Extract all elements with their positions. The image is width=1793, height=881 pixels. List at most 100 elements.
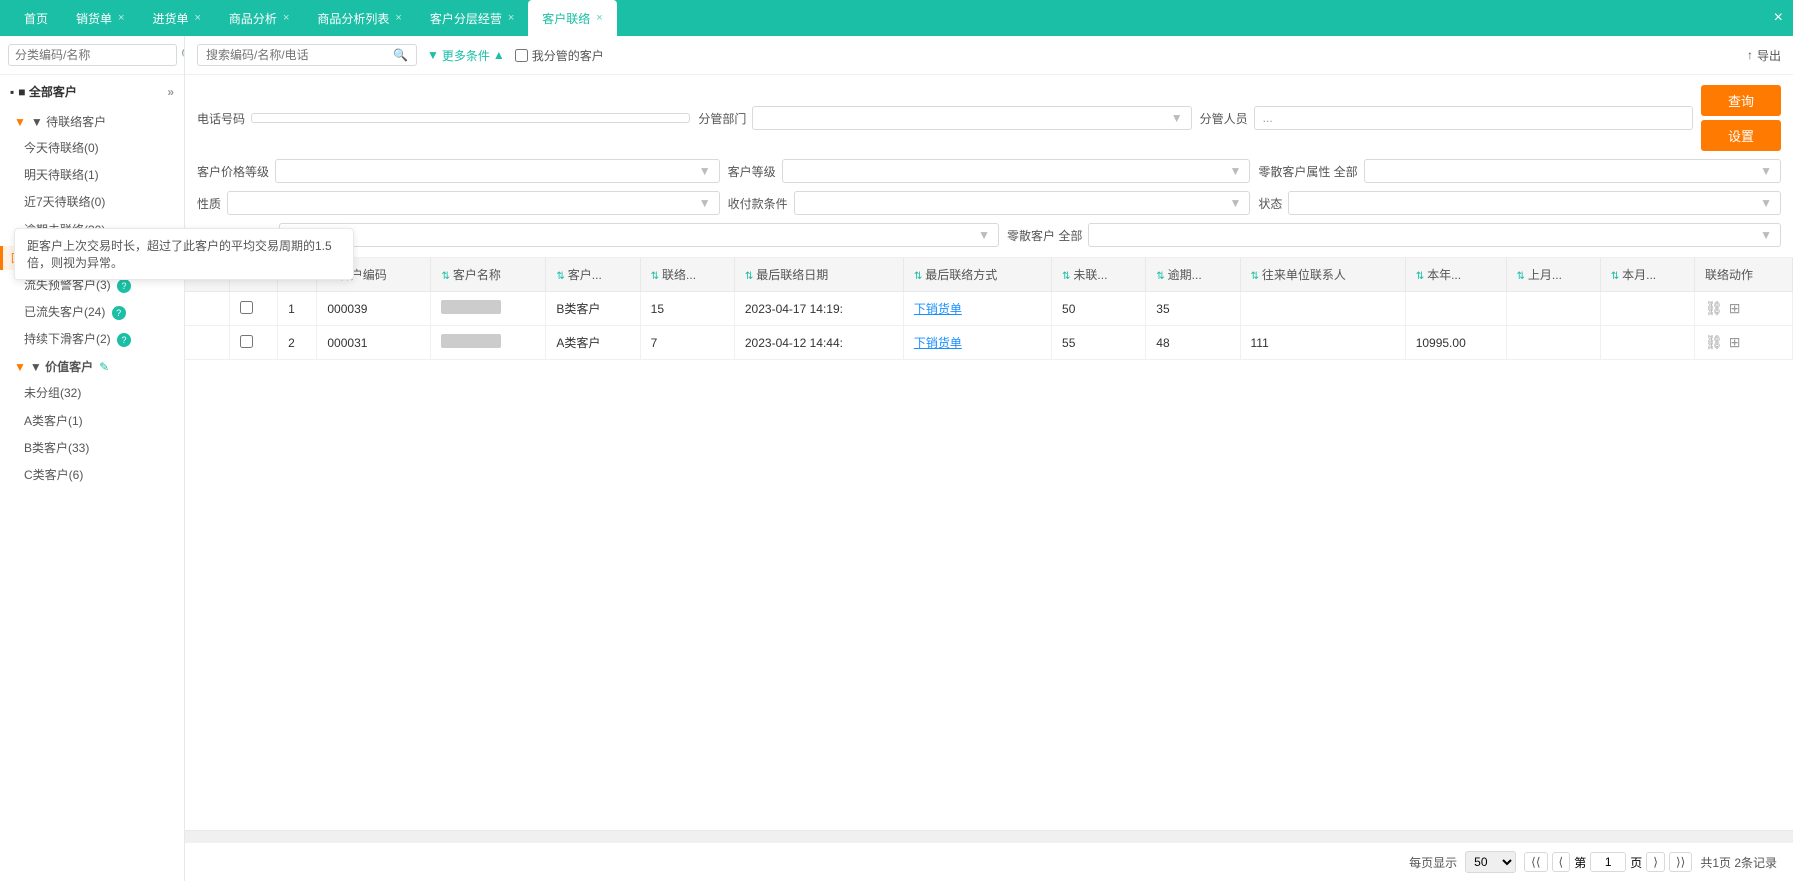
action-buttons: 查询 设置 — [1701, 85, 1781, 151]
page-label: 页 — [1630, 854, 1642, 871]
sidebar-item-tomorrow[interactable]: 明天待联络(1) — [0, 162, 184, 189]
search-box: 🔍 — [197, 44, 417, 66]
close-analysis-tab[interactable]: × — [283, 12, 289, 24]
row1-checkbox — [229, 292, 277, 326]
close-purchase-tab[interactable]: × — [194, 12, 200, 24]
nav-tab-sales[interactable]: 销货单 × — [62, 0, 138, 36]
row2-this-month — [1600, 326, 1694, 360]
nav-tab-analysis[interactable]: 商品分析 × — [215, 0, 303, 36]
first-page-btn[interactable]: ⟨⟨ — [1524, 852, 1547, 872]
close-all-tabs[interactable]: × — [1774, 9, 1783, 27]
more-conditions-btn[interactable]: ▼ 更多条件 ▲ — [427, 47, 505, 64]
per-page-select[interactable]: 50 20 100 — [1465, 851, 1516, 873]
export-icon: ↑ — [1747, 48, 1753, 62]
close-customer-tier-tab[interactable]: × — [508, 12, 514, 24]
close-sales-tab[interactable]: × — [118, 12, 124, 24]
col-uncontacted[interactable]: 未联... — [1052, 258, 1146, 292]
row2-last-month — [1506, 326, 1600, 360]
row1-method-link[interactable]: 下销货单 — [914, 302, 962, 316]
search-icon[interactable]: 🔍 — [393, 48, 408, 62]
filter-icon: ▼ — [427, 48, 439, 62]
row1-category: B类客户 — [546, 292, 640, 326]
customer-type-select[interactable]: ▼ — [279, 223, 999, 247]
row1-link-icon[interactable]: ⛓ — [1705, 300, 1723, 317]
row1-check[interactable] — [240, 301, 253, 314]
close-customer-contact-tab[interactable]: × — [596, 12, 602, 24]
current-page-input[interactable] — [1590, 852, 1626, 872]
horizontal-scroll[interactable] — [185, 830, 1793, 842]
row2-link-icon[interactable]: ⛓ — [1705, 334, 1723, 351]
dept-select[interactable]: ▼ — [752, 106, 1191, 130]
sidebar-item-class-c[interactable]: C类客户(6) — [0, 462, 184, 489]
row2-this-year: 10995.00 — [1405, 326, 1506, 360]
row2-last-contact-method[interactable]: 下销货单 — [903, 326, 1051, 360]
value-customer-group[interactable]: ▼ ▼ 价值客户 ✎ — [0, 353, 184, 380]
manager-field[interactable]: ... — [1254, 106, 1693, 130]
scattered-customer-select[interactable]: ▼ — [1088, 223, 1781, 247]
churn-warning-badge: ? — [117, 279, 131, 293]
sidebar-item-churned[interactable]: 已流失客户(24) ? — [0, 299, 184, 326]
edit-value-icon[interactable]: ✎ — [99, 360, 109, 374]
row2-unit-contact: 111 — [1240, 326, 1405, 360]
customer-level-select[interactable]: ▼ — [782, 159, 1251, 183]
export-btn[interactable]: ↑ 导出 — [1747, 47, 1781, 64]
sidebar-collapse-btn[interactable]: » — [167, 85, 174, 99]
nature-select[interactable]: ▼ — [227, 191, 720, 215]
nav-tab-customer-contact[interactable]: 客户联络 × — [528, 0, 616, 36]
phone-field[interactable] — [251, 113, 690, 123]
status-select[interactable]: ▼ — [1288, 191, 1781, 215]
price-level-select[interactable]: ▼ — [275, 159, 720, 183]
row1-unit-contact — [1240, 292, 1405, 326]
col-last-contact-date[interactable]: 最后联络日期 — [734, 258, 903, 292]
nav-tab-customer-tier[interactable]: 客户分层经营 × — [416, 0, 528, 36]
grid-icon: ▪ — [10, 85, 14, 99]
payment-select[interactable]: ▼ — [794, 191, 1251, 215]
row1-grid-icon[interactable]: ⊞ — [1729, 300, 1741, 317]
sidebar-item-today[interactable]: 今天待联络(0) — [0, 135, 184, 162]
col-last-month[interactable]: 上月... — [1506, 258, 1600, 292]
col-contact[interactable]: 联络... — [640, 258, 734, 292]
row2-num: 2 — [278, 326, 317, 360]
col-name[interactable]: 客户名称 — [431, 258, 546, 292]
col-this-year[interactable]: 本年... — [1405, 258, 1506, 292]
query-button[interactable]: 查询 — [1701, 85, 1781, 116]
row2-grid-icon[interactable]: ⊞ — [1729, 334, 1741, 351]
close-analysis-list-tab[interactable]: × — [395, 12, 401, 24]
sidebar-item-ungrouped[interactable]: 未分组(32) — [0, 380, 184, 407]
sidebar-search-input[interactable] — [8, 44, 177, 66]
last-page-btn[interactable]: ⟩⟩ — [1669, 852, 1692, 872]
next-page-btn[interactable]: ⟩ — [1646, 852, 1665, 872]
row2-method-link[interactable]: 下销货单 — [914, 336, 962, 350]
row2-uncontacted: 55 — [1052, 326, 1146, 360]
prev-page-btn[interactable]: ⟨ — [1552, 852, 1571, 872]
col-last-contact-method[interactable]: 最后联络方式 — [903, 258, 1051, 292]
search-input[interactable] — [206, 48, 393, 62]
row2-check[interactable] — [240, 335, 253, 348]
my-customers-check[interactable] — [515, 49, 528, 62]
price-caret: ▼ — [699, 164, 711, 178]
all-customers-header[interactable]: ▪ ■ 全部客户 » — [0, 75, 184, 108]
sidebar-item-declining[interactable]: 持续下滑客户(2) ? — [0, 326, 184, 353]
churned-badge: ? — [112, 306, 126, 320]
sidebar-item-7days[interactable]: 近7天待联络(0) — [0, 189, 184, 216]
pending-contact-group[interactable]: ▼ ▼ 待联络客户 — [0, 108, 184, 135]
status-caret: ▼ — [1760, 196, 1772, 210]
nav-tab-analysis-list[interactable]: 商品分析列表 × — [303, 0, 415, 36]
scattered-attr-select[interactable]: ▼ — [1364, 159, 1781, 183]
phone-label: 电话号码 — [197, 110, 245, 127]
row2-action: ⛓ ⊞ — [1694, 326, 1792, 360]
col-this-month[interactable]: 本月... — [1600, 258, 1694, 292]
sidebar-item-class-b[interactable]: B类客户(33) — [0, 435, 184, 462]
sidebar-item-class-a[interactable]: A类客户(1) — [0, 408, 184, 435]
col-overdue[interactable]: 逾期... — [1146, 258, 1240, 292]
nav-tab-purchase[interactable]: 进货单 × — [138, 0, 214, 36]
setting-button[interactable]: 设置 — [1701, 120, 1781, 151]
nav-tab-home[interactable]: 首页 — [10, 0, 62, 36]
page-nav: ⟨⟨ ⟨ 第 页 ⟩ ⟩⟩ — [1524, 852, 1692, 872]
cust-level-caret: ▼ — [1229, 164, 1241, 178]
col-category[interactable]: 客户... — [546, 258, 640, 292]
col-unit-contact[interactable]: 往来单位联系人 — [1240, 258, 1405, 292]
my-customers-checkbox[interactable]: 我分管的客户 — [515, 47, 604, 64]
pagination-bar: 每页显示 50 20 100 ⟨⟨ ⟨ 第 页 ⟩ ⟩⟩ 共1页 2条记录 — [185, 842, 1793, 881]
row1-last-contact-method[interactable]: 下销货单 — [903, 292, 1051, 326]
